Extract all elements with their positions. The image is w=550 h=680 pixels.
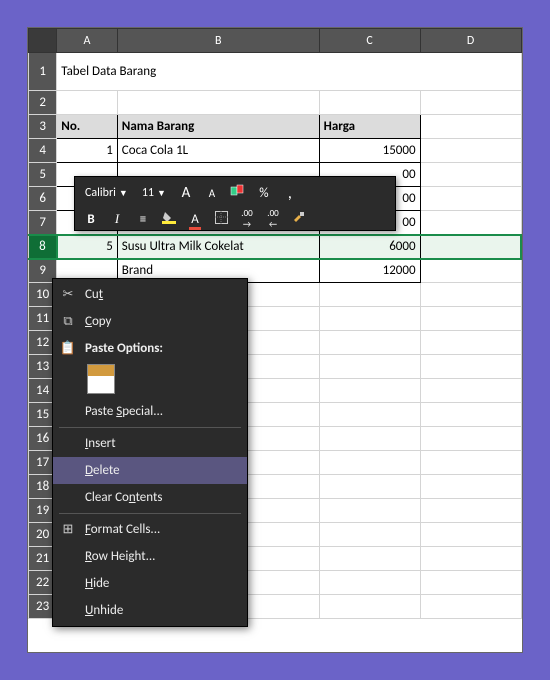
percent-button[interactable]: % xyxy=(254,186,274,201)
row-header-7[interactable]: 7 xyxy=(29,211,57,235)
row-header-6[interactable]: 6 xyxy=(29,187,57,211)
row-header-4[interactable]: 4 xyxy=(29,139,57,163)
fill-color-button[interactable] xyxy=(159,210,179,228)
font-size-select[interactable]: 11 ▼ xyxy=(138,186,170,200)
shrink-font-button[interactable]: A xyxy=(202,187,222,200)
cell-C9[interactable]: 12000 xyxy=(319,259,420,283)
cell-C8[interactable]: 6000 xyxy=(319,235,420,259)
col-header-C[interactable]: C xyxy=(319,29,420,53)
ctx-unhide-label: Unhide xyxy=(85,603,123,618)
separator xyxy=(59,427,241,428)
brush-icon xyxy=(292,210,306,224)
select-all-corner[interactable] xyxy=(29,29,57,53)
decrease-decimal-button[interactable]: .00← xyxy=(263,208,283,230)
chevron-down-icon: ▼ xyxy=(157,188,166,199)
col-header-B[interactable]: B xyxy=(117,29,319,53)
cell-A8[interactable]: 5 xyxy=(57,235,118,259)
ctx-clear-contents[interactable]: Clear Contents xyxy=(53,484,247,511)
ctx-format-cells-label: Format Cells... xyxy=(85,522,160,537)
font-family-value: Calibri xyxy=(85,186,116,200)
ctx-copy-label: Copy xyxy=(85,314,111,329)
align-button[interactable]: ≡ xyxy=(133,212,153,227)
currency-button[interactable] xyxy=(228,184,248,202)
copy-icon: ⧉ xyxy=(59,314,77,329)
bold-button[interactable]: B xyxy=(81,212,101,227)
title-cell[interactable]: Tabel Data Barang xyxy=(57,53,521,91)
ctx-copy[interactable]: ⧉ Copy xyxy=(53,308,247,335)
ctx-insert-label: Insert xyxy=(85,436,116,451)
increase-decimal-button[interactable]: .00→ xyxy=(237,208,257,230)
hdr-no[interactable]: No. xyxy=(57,115,118,139)
ctx-paste-special[interactable]: Paste Special... xyxy=(53,398,247,425)
ctx-paste-special-label: Paste Special... xyxy=(85,404,163,419)
currency-icon xyxy=(230,184,246,198)
borders-button[interactable] xyxy=(211,211,231,228)
row-header-5[interactable]: 5 xyxy=(29,163,57,187)
font-color-icon: A xyxy=(189,212,201,230)
bucket-icon xyxy=(162,210,176,224)
clipboard-icon: 📋 xyxy=(59,341,77,356)
ctx-paste-options: 📋 Paste Options: xyxy=(53,335,247,362)
col-header-A[interactable]: A xyxy=(57,29,118,53)
ctx-hide-label: Hide xyxy=(85,576,109,591)
ctx-paste-options-label: Paste Options: xyxy=(85,341,163,356)
chevron-down-icon: ▼ xyxy=(119,188,128,199)
scissors-icon: ✂ xyxy=(59,287,77,302)
ctx-delete[interactable]: Delete xyxy=(53,457,247,484)
row-header-2[interactable]: 2 xyxy=(29,91,57,115)
row-header-3[interactable]: 3 xyxy=(29,115,57,139)
context-menu: ✂ Cut ⧉ Copy 📋 Paste Options: Paste Spec… xyxy=(52,278,248,627)
ctx-insert[interactable]: Insert xyxy=(53,430,247,457)
format-painter-button[interactable] xyxy=(289,210,309,228)
ctx-hide[interactable]: Hide xyxy=(53,570,247,597)
ctx-delete-label: Delete xyxy=(85,463,120,478)
mini-toolbar: Calibri ▼ 11 ▼ A A % , B I ≡ A .00→ .00← xyxy=(74,176,396,231)
border-icon xyxy=(215,211,228,224)
format-icon: ⊞ xyxy=(59,522,77,537)
ctx-row-height[interactable]: Row Height... xyxy=(53,543,247,570)
ctx-cut-label: Cut xyxy=(85,287,103,302)
cell-C4[interactable]: 15000 xyxy=(319,139,420,163)
ctx-unhide[interactable]: Unhide xyxy=(53,597,247,624)
italic-button[interactable]: I xyxy=(107,211,127,227)
hdr-nama[interactable]: Nama Barang xyxy=(117,115,319,139)
hdr-harga[interactable]: Harga xyxy=(319,115,420,139)
cell-B8[interactable]: Susu Ultra Milk Cokelat xyxy=(117,235,319,259)
comma-button[interactable]: , xyxy=(280,184,300,203)
row-header-1[interactable]: 1 xyxy=(29,53,57,91)
ctx-clear-label: Clear Contents xyxy=(85,490,162,505)
row-header-8[interactable]: 8 xyxy=(29,235,57,259)
cell-B4[interactable]: Coca Cola 1L xyxy=(117,139,319,163)
col-header-D[interactable]: D xyxy=(420,29,521,53)
separator xyxy=(59,513,241,514)
ctx-row-height-label: Row Height... xyxy=(85,549,155,564)
font-size-value: 11 xyxy=(142,186,154,200)
grow-font-button[interactable]: A xyxy=(176,184,196,202)
paste-option-default[interactable] xyxy=(87,364,115,394)
ctx-format-cells[interactable]: ⊞ Format Cells... xyxy=(53,516,247,543)
font-color-button[interactable]: A xyxy=(185,212,205,227)
font-family-select[interactable]: Calibri ▼ xyxy=(81,186,132,200)
cell-A4[interactable]: 1 xyxy=(57,139,118,163)
ctx-cut[interactable]: ✂ Cut xyxy=(53,281,247,308)
